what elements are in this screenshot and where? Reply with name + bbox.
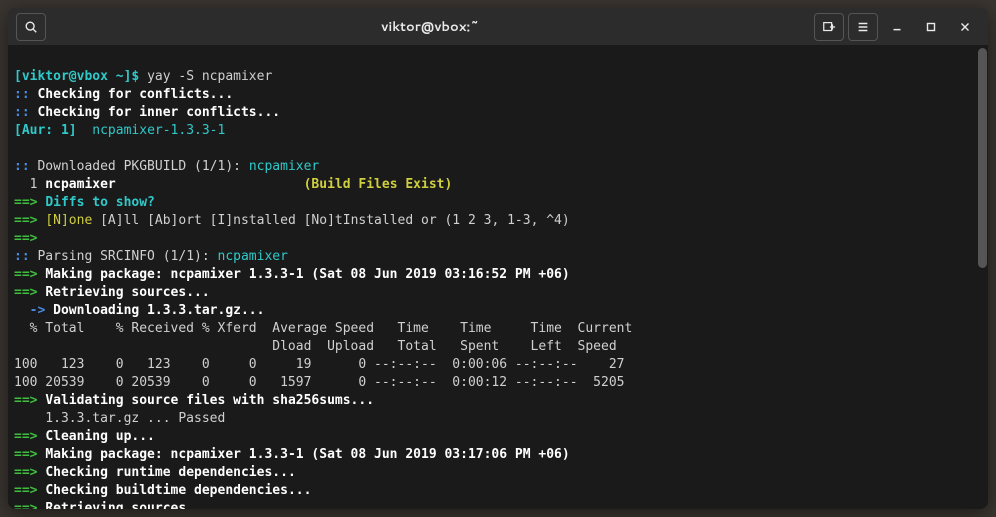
pkg: ncpamixer [37, 177, 115, 192]
line-validate: ==> Validating source files with sha256s… [14, 392, 982, 410]
line-download: :: Downloaded PKGBUILD (1/1): ncpamixer [14, 158, 982, 176]
prefix: :: [14, 249, 37, 264]
line-diffs: ==> Diffs to show? [14, 194, 982, 212]
maximize-icon [924, 20, 938, 34]
line-empty-arrow: ==> [14, 230, 982, 248]
arrow: ==> [14, 447, 45, 462]
none: [N]one [45, 213, 100, 228]
hamburger-icon [856, 20, 870, 34]
prefix: :: [14, 159, 37, 174]
pkg: ncpamixer [249, 159, 319, 174]
window-title: viktor@vbox:~ [48, 18, 812, 36]
line-rdep: ==> Checking runtime dependencies... [14, 464, 982, 482]
curl-row-1: 100 123 0 123 0 0 19 0 --:--:-- 0:00:06 … [14, 356, 982, 374]
curl-header-2: Dload Upload Total Spent Left Speed [14, 338, 982, 356]
text: Retrieving sources... [45, 285, 209, 300]
prefix: :: [14, 105, 37, 120]
text: Cleaning up... [45, 429, 155, 444]
titlebar: viktor@vbox:~ [8, 8, 988, 46]
curl-header-1: % Total % Received % Xferd Average Speed… [14, 320, 982, 338]
pkg: ncpamixer [218, 249, 288, 264]
curl-row-2: 100 20539 0 20539 0 0 1597 0 --:--:-- 0:… [14, 374, 982, 392]
blank-1 [14, 140, 982, 158]
text: Checking for inner conflicts... [37, 105, 280, 120]
text: Validating source files with sha256sums.… [45, 393, 374, 408]
line-passed: 1.3.3.tar.gz ... Passed [14, 410, 982, 428]
text: Checking runtime dependencies... [45, 465, 295, 480]
line-inner-conflicts: :: Checking for inner conflicts... [14, 104, 982, 122]
command-text: yay -S ncpamixer [147, 69, 272, 84]
text: Making package: ncpamixer 1.3.3-1 (Sat 0… [45, 267, 569, 282]
text: Checking for conflicts... [37, 87, 233, 102]
arrow: ==> [14, 483, 45, 498]
new-tab-button[interactable] [814, 13, 844, 41]
arrow: -> [14, 303, 53, 318]
text: Downloading 1.3.3.tar.gz... [53, 303, 264, 318]
search-icon [24, 20, 38, 34]
line-retr1: ==> Retrieving sources... [14, 284, 982, 302]
prefix: :: [14, 87, 37, 102]
arrow: ==> [14, 429, 45, 444]
arrow: ==> [14, 285, 45, 300]
arrow: ==> [14, 501, 45, 509]
line-make1: ==> Making package: ncpamixer 1.3.3-1 (S… [14, 266, 982, 284]
maximize-button[interactable] [916, 13, 946, 41]
close-button[interactable] [950, 13, 980, 41]
line-make2: ==> Making package: ncpamixer 1.3.3-1 (S… [14, 446, 982, 464]
opts: [A]ll [Ab]ort [I]nstalled [No]tInstalled… [100, 213, 570, 228]
close-icon [958, 20, 972, 34]
arrow: ==> [14, 195, 45, 210]
terminal-output[interactable]: [viktor@vbox ~]$ yay -S ncpamixer:: Chec… [8, 46, 988, 509]
line-diff-opts: ==> [N]one [A]ll [Ab]ort [I]nstalled [No… [14, 212, 982, 230]
arrow: ==> [14, 465, 45, 480]
prompt: [viktor@vbox ~]$ [14, 69, 147, 84]
aur-label: [Aur: 1] [14, 123, 92, 138]
arrow: ==> [14, 267, 45, 282]
line-dl-sub: -> Downloading 1.3.3.tar.gz... [14, 302, 982, 320]
text: Making package: ncpamixer 1.3.3-1 (Sat 0… [45, 447, 569, 462]
arrow: ==> [14, 393, 45, 408]
line-bdep: ==> Checking buildtime dependencies... [14, 482, 982, 500]
line-conflicts: :: Checking for conflicts... [14, 86, 982, 104]
text: Downloaded PKGBUILD (1/1): [37, 159, 248, 174]
terminal-window: viktor@vbox:~ [viktor@vbox ~]$ yay -S nc… [8, 8, 988, 509]
minimize-icon [890, 20, 904, 34]
text: Retrieving sources... [45, 501, 209, 509]
text: Diffs to show? [45, 195, 155, 210]
aur-pkg: ncpamixer-1.3.3-1 [92, 123, 225, 138]
prompt-line: [viktor@vbox ~]$ yay -S ncpamixer [14, 68, 982, 86]
search-button[interactable] [16, 13, 46, 41]
menu-button[interactable] [848, 13, 878, 41]
line-pkg-row: 1 ncpamixer (Build Files Exist) [14, 176, 982, 194]
text: Checking buildtime dependencies... [45, 483, 311, 498]
num: 1 [14, 177, 37, 192]
tab-plus-icon [822, 20, 836, 34]
arrow: ==> [14, 231, 37, 246]
line-retr2: ==> Retrieving sources... [14, 500, 982, 509]
line-parse: :: Parsing SRCINFO (1/1): ncpamixer [14, 248, 982, 266]
arrow: ==> [14, 213, 45, 228]
text: Parsing SRCINFO (1/1): [37, 249, 217, 264]
line-aur: [Aur: 1] ncpamixer-1.3.3-1 [14, 122, 982, 140]
line-clean: ==> Cleaning up... [14, 428, 982, 446]
scrollbar-thumb[interactable] [978, 48, 987, 268]
exist: (Build Files Exist) [304, 177, 453, 192]
minimize-button[interactable] [882, 13, 912, 41]
